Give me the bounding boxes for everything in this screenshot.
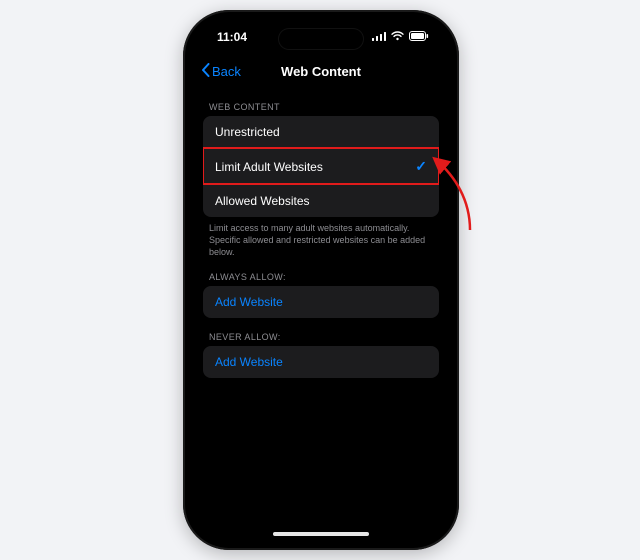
section-header-web-content: WEB CONTENT xyxy=(209,102,433,112)
add-website-label: Add Website xyxy=(215,295,283,309)
content: WEB CONTENT Unrestricted Limit Adult Web… xyxy=(191,88,451,542)
phone-frame: 11:04 Ba xyxy=(183,10,459,550)
battery-icon xyxy=(409,30,429,44)
add-website-never-allow[interactable]: Add Website xyxy=(203,346,439,378)
status-time: 11:04 xyxy=(217,30,247,44)
signal-icon xyxy=(372,30,386,44)
group-always-allow: Add Website xyxy=(203,286,439,318)
add-website-label: Add Website xyxy=(215,355,283,369)
back-label: Back xyxy=(212,64,241,79)
section-header-always-allow: ALWAYS ALLOW: xyxy=(209,272,433,282)
group-web-content: Unrestricted Limit Adult Websites ✓ Allo… xyxy=(203,116,439,217)
option-label: Limit Adult Websites xyxy=(215,160,323,174)
page-title: Web Content xyxy=(281,64,361,79)
option-label: Allowed Websites xyxy=(215,194,310,208)
checkmark-icon: ✓ xyxy=(415,158,427,175)
option-allowed-websites[interactable]: Allowed Websites xyxy=(203,184,439,217)
status-bar: 11:04 xyxy=(191,18,451,56)
home-indicator[interactable] xyxy=(273,532,369,536)
back-button[interactable]: Back xyxy=(201,63,241,80)
wifi-icon xyxy=(391,30,404,44)
option-unrestricted[interactable]: Unrestricted xyxy=(203,116,439,148)
section-header-never-allow: NEVER ALLOW: xyxy=(209,332,433,342)
add-website-always-allow[interactable]: Add Website xyxy=(203,286,439,318)
navigation-bar: Back Web Content xyxy=(191,56,451,86)
screen: 11:04 Ba xyxy=(191,18,451,542)
option-label: Unrestricted xyxy=(215,125,280,139)
option-limit-adult-websites[interactable]: Limit Adult Websites ✓ xyxy=(203,148,439,184)
group-never-allow: Add Website xyxy=(203,346,439,378)
section-footer-web-content: Limit access to many adult websites auto… xyxy=(209,222,433,258)
status-icons xyxy=(372,30,429,44)
chevron-left-icon xyxy=(201,63,210,80)
